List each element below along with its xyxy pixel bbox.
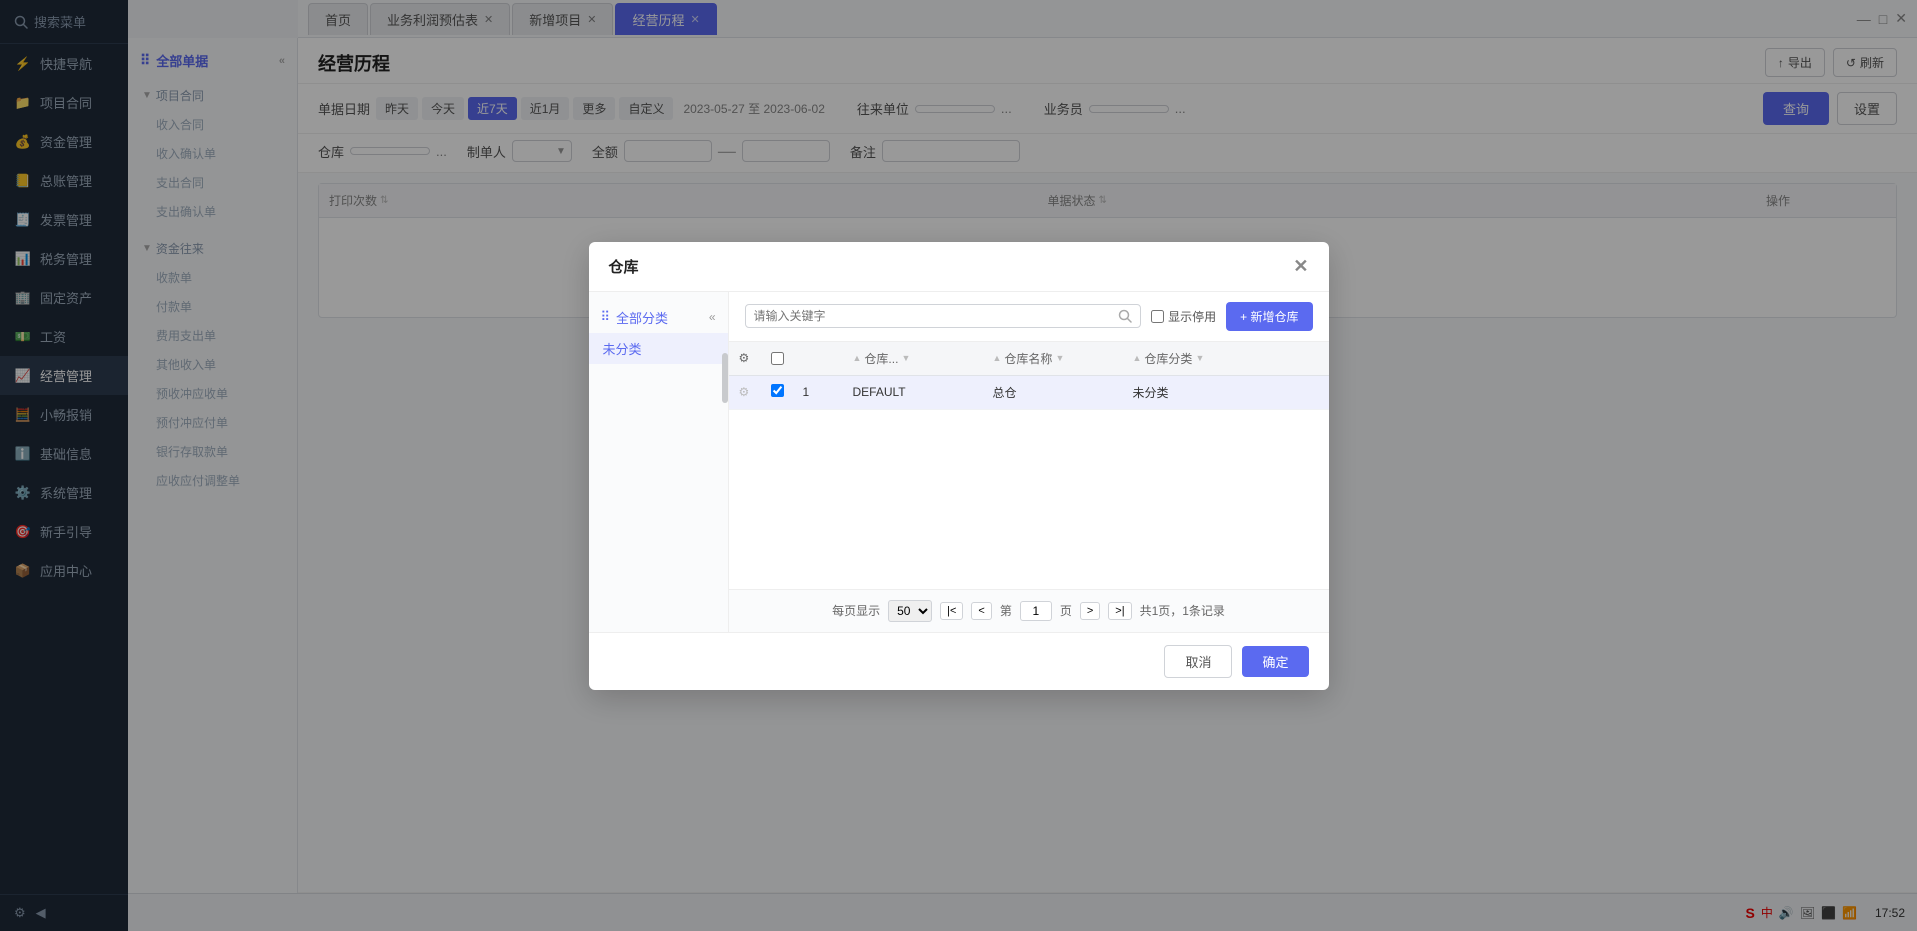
search-wrap xyxy=(745,304,1142,328)
row-checkbox-wrap xyxy=(771,384,803,400)
modal-search-input[interactable] xyxy=(754,309,1113,323)
modal-overlay: 仓库 ✕ ⠿ 全部分类 « 未分类 xyxy=(0,0,1917,931)
sort-up-cat-icon: ▲ xyxy=(1133,353,1142,363)
col-code-label: 仓库... xyxy=(864,350,898,367)
mp-page-suffix: 页 xyxy=(1060,602,1072,619)
all-cat-icon: ⠿ xyxy=(601,309,611,325)
sort-down-name-icon: ▼ xyxy=(1055,353,1064,363)
row-checkbox[interactable] xyxy=(771,384,784,397)
th-col-code: ▲ 仓库... ▼ xyxy=(853,350,993,367)
all-cat-label: 全部分类 xyxy=(616,308,668,327)
sort-down-cat-icon: ▼ xyxy=(1195,353,1204,363)
mp-next-btn[interactable]: > xyxy=(1080,602,1100,620)
mp-page-label: 第 xyxy=(1000,602,1012,619)
confirm-button[interactable]: 确定 xyxy=(1242,646,1308,677)
th-col-cat: ▲ 仓库分类 ▼ xyxy=(1133,350,1319,367)
row-code: DEFAULT xyxy=(853,385,993,399)
scroll-track xyxy=(722,333,728,622)
modal-header: 仓库 ✕ xyxy=(589,242,1329,292)
modal-footer: 取消 确定 xyxy=(589,632,1329,690)
modal-table: ⚙ ▲ 仓库... ▼ ▲ 仓库名称 xyxy=(729,342,1329,589)
table-row[interactable]: ⚙ 1 DEFAULT 总仓 未分类 xyxy=(729,376,1329,410)
category-panel: ⠿ 全部分类 « 未分类 xyxy=(589,292,729,632)
show-disabled-label: 显示停用 xyxy=(1168,308,1216,325)
sort-up-icon: ▲ xyxy=(853,353,862,363)
row-settings-icon[interactable]: ⚙ xyxy=(739,385,771,399)
select-all-checkbox[interactable] xyxy=(771,352,784,365)
modal-close-icon[interactable]: ✕ xyxy=(1293,256,1308,277)
uncategorized-item[interactable]: 未分类 xyxy=(589,333,728,364)
th-col-name: ▲ 仓库名称 ▼ xyxy=(993,350,1133,367)
mp-per-page-select[interactable]: 50 xyxy=(888,600,932,622)
th-col-settings: ⚙ xyxy=(739,351,771,365)
mp-total-label: 共1页，1条记录 xyxy=(1140,602,1225,619)
modal-body: ⠿ 全部分类 « 未分类 xyxy=(589,292,1329,632)
modal-title: 仓库 xyxy=(609,256,639,277)
category-scroll-area: 未分类 xyxy=(589,333,728,622)
category-collapse-icon[interactable]: « xyxy=(709,310,716,324)
modal-toolbar: 显示停用 + 新增仓库 xyxy=(729,292,1329,342)
modal-table-header: ⚙ ▲ 仓库... ▼ ▲ 仓库名称 xyxy=(729,342,1329,376)
warehouse-modal: 仓库 ✕ ⠿ 全部分类 « 未分类 xyxy=(589,242,1329,690)
settings-col-icon[interactable]: ⚙ xyxy=(739,351,750,365)
mp-first-btn[interactable]: |< xyxy=(940,602,963,620)
col-cat-label: 仓库分类 xyxy=(1144,350,1192,367)
scroll-thumb[interactable] xyxy=(722,353,728,403)
col-name-label: 仓库名称 xyxy=(1004,350,1052,367)
row-cat: 未分类 xyxy=(1133,384,1319,401)
modal-pagination: 每页显示 50 |< < 第 页 > >| 共1页，1条记录 xyxy=(729,589,1329,632)
content-panel: 显示停用 + 新增仓库 ⚙ ▲ xyxy=(729,292,1329,632)
search-icon xyxy=(1118,309,1132,323)
cancel-button[interactable]: 取消 xyxy=(1164,645,1232,678)
sort-down-icon: ▼ xyxy=(901,353,910,363)
row-num: 1 xyxy=(803,385,853,399)
mp-prev-btn[interactable]: < xyxy=(971,602,991,620)
sort-up-name-icon: ▲ xyxy=(993,353,1002,363)
show-disabled-input[interactable] xyxy=(1151,310,1164,323)
add-warehouse-btn[interactable]: + 新增仓库 xyxy=(1226,302,1312,331)
show-disabled-checkbox[interactable]: 显示停用 xyxy=(1151,308,1216,325)
all-category-btn[interactable]: ⠿ 全部分类 « xyxy=(589,302,728,333)
row-name: 总仓 xyxy=(993,384,1133,401)
mp-last-btn[interactable]: >| xyxy=(1108,602,1131,620)
mp-per-page-label: 每页显示 xyxy=(832,602,880,619)
th-col-checkbox xyxy=(771,352,803,365)
mp-page-input[interactable] xyxy=(1020,601,1052,621)
